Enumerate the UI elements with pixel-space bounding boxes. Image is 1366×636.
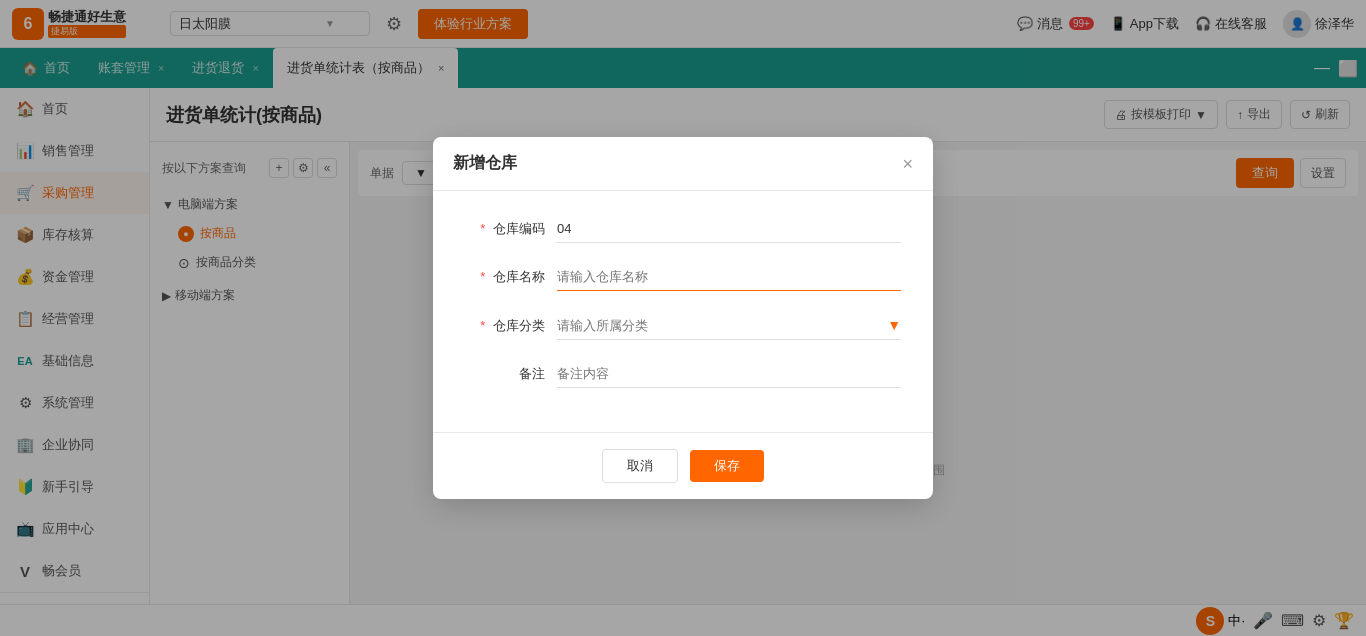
modal-overlay[interactable]: 新增仓库 × * 仓库编码 * 仓库名称	[0, 0, 1366, 636]
save-button[interactable]: 保存	[690, 450, 764, 482]
form-row-remark: 备注	[465, 360, 901, 388]
name-label-text: 仓库名称	[493, 269, 545, 284]
add-warehouse-modal: 新增仓库 × * 仓库编码 * 仓库名称	[433, 137, 933, 499]
category-select-input[interactable]	[557, 318, 887, 333]
category-label-text: 仓库分类	[493, 318, 545, 333]
modal-header: 新增仓库 ×	[433, 137, 933, 191]
name-label: * 仓库名称	[465, 268, 545, 286]
form-row-category: * 仓库分类 ▼	[465, 311, 901, 340]
category-select-wrap[interactable]: ▼	[557, 311, 901, 340]
form-row-code: * 仓库编码	[465, 215, 901, 243]
remark-label-text: 备注	[519, 366, 545, 381]
modal-body: * 仓库编码 * 仓库名称 * 仓库分类	[433, 191, 933, 432]
remark-input[interactable]	[557, 360, 901, 388]
code-label-text: 仓库编码	[493, 221, 545, 236]
modal-title: 新增仓库	[453, 153, 517, 174]
category-label: * 仓库分类	[465, 317, 545, 335]
code-label: * 仓库编码	[465, 220, 545, 238]
cancel-button[interactable]: 取消	[602, 449, 678, 483]
form-row-name: * 仓库名称	[465, 263, 901, 291]
category-dropdown-arrow: ▼	[887, 317, 901, 333]
remark-label: 备注	[465, 365, 545, 383]
modal-footer: 取消 保存	[433, 432, 933, 499]
modal-close-button[interactable]: ×	[902, 155, 913, 173]
warehouse-name-input[interactable]	[557, 263, 901, 291]
warehouse-code-input[interactable]	[557, 215, 901, 243]
